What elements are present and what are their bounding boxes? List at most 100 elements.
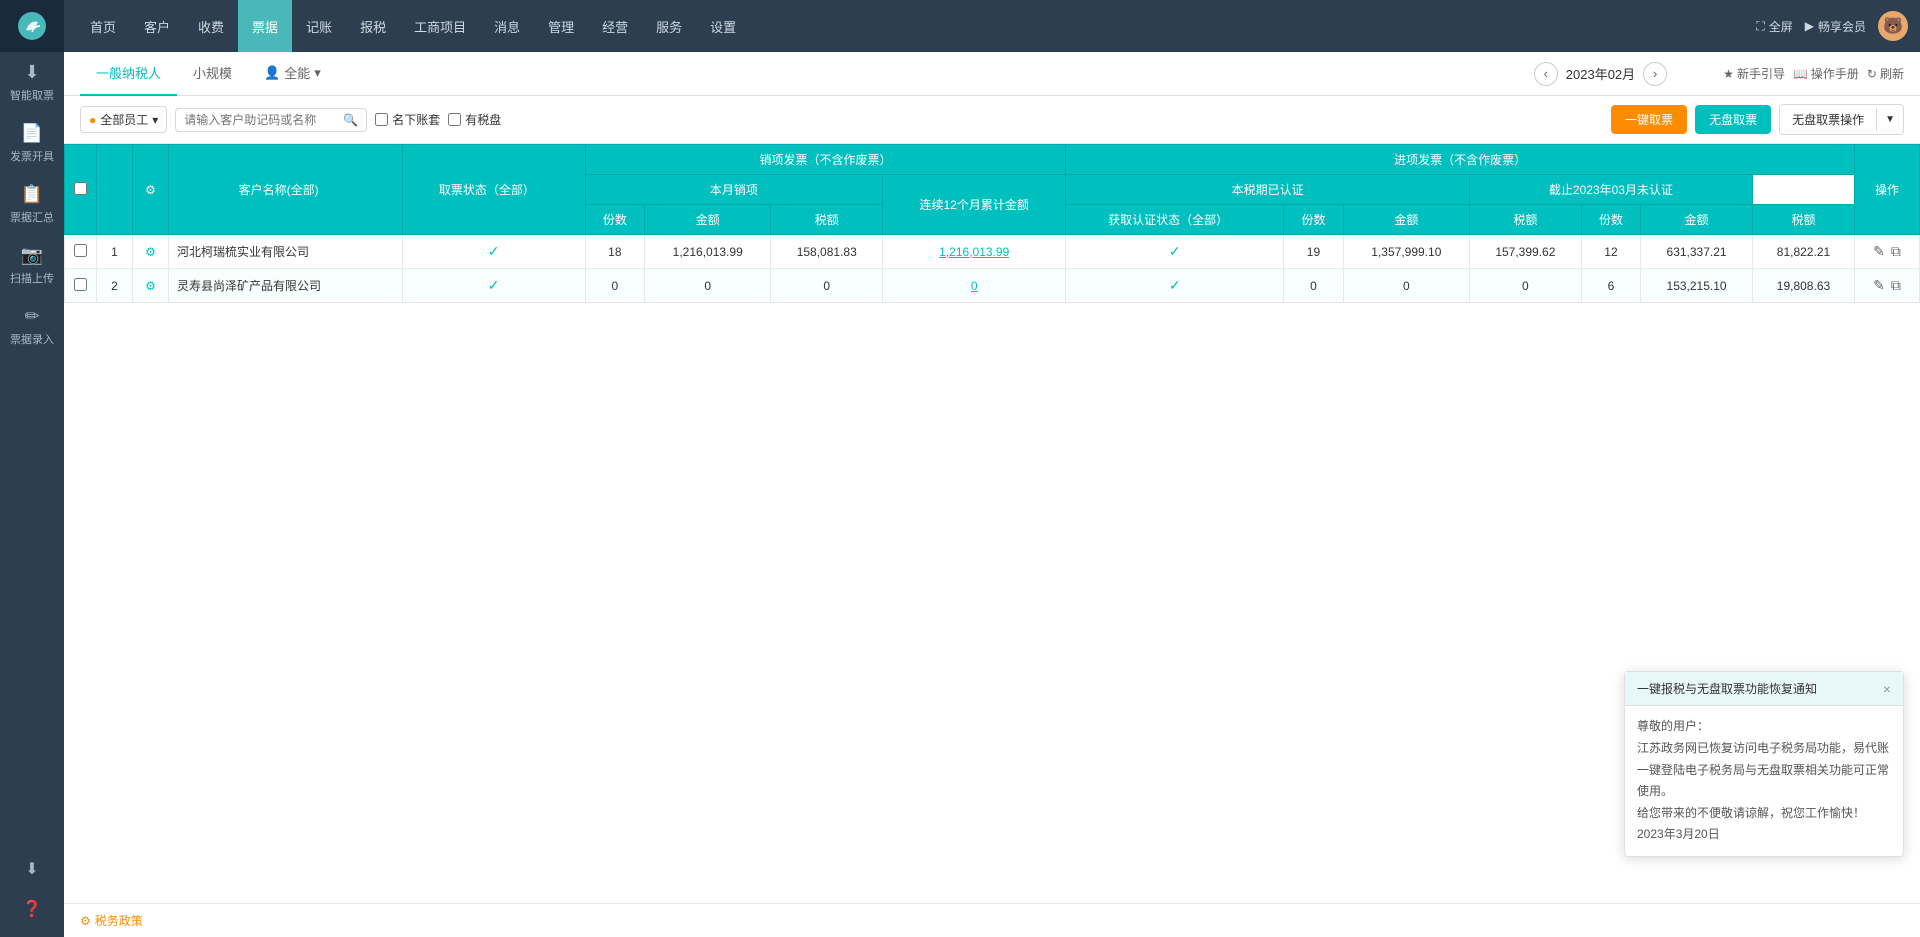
row-customer-name: 灵寿县尚泽矿产品有限公司 [169, 269, 403, 303]
col-this-period-header: 本税期已认证 [1066, 175, 1470, 205]
checkbox-tax-disk-label: 有税盘 [465, 111, 501, 128]
row-amount-12m[interactable]: 1,216,013.99 [883, 235, 1066, 269]
sidebar-item-invoice-open[interactable]: 📄 发票开具 [0, 113, 64, 174]
sidebar-item-label: 发票开具 [10, 148, 54, 164]
row-customer-name: 河北柯瑞梳实业有限公司 [169, 235, 403, 269]
checkbox-named-account[interactable]: 名下账套 [375, 111, 440, 128]
checkbox-tax-disk[interactable]: 有税盘 [448, 111, 501, 128]
sidebar-item-scan-upload[interactable]: 📷 扫描上传 [0, 235, 64, 296]
row-shares-unconfirmed: 6 [1581, 269, 1640, 303]
row-edit-icon[interactable]: ✎ [1873, 243, 1885, 260]
row-gear[interactable]: ⚙ [133, 269, 169, 303]
sidebar-item-invoice-summary[interactable]: 📋 票据汇总 [0, 174, 64, 235]
invoice-entry-icon: ✏ [24, 306, 39, 327]
nav-settings[interactable]: 设置 [696, 0, 750, 52]
nav-management[interactable]: 管理 [534, 0, 588, 52]
nav-invoice[interactable]: 票据 [238, 0, 292, 52]
nav-service[interactable]: 服务 [642, 0, 696, 52]
no-disk-fetch-btn[interactable]: 无盘取票 [1695, 105, 1771, 134]
tab-general[interactable]: 一般纳税人 [80, 52, 177, 96]
no-disk-ops-arrow[interactable]: ▼ [1876, 108, 1903, 131]
col-confirm-filter-icon[interactable]: ▼ [1232, 216, 1242, 227]
checkbox-named-account-input[interactable] [375, 113, 388, 126]
col-unconfirmed-shares: 份数 [1581, 205, 1640, 235]
status-check-icon: ✓ [488, 277, 500, 293]
nav-business[interactable]: 工商项目 [400, 0, 480, 52]
row-shares-month: 0 [585, 269, 644, 303]
col-status-filter-icon[interactable]: ▼ [538, 186, 548, 197]
tab-general-label: 一般纳税人 [96, 63, 161, 82]
new-guide-link[interactable]: ★ 新手引导 [1723, 65, 1785, 82]
manual-icon: 📖 [1793, 67, 1808, 81]
tab-small[interactable]: 小规模 [177, 52, 248, 96]
sidebar-item-label: 扫描上传 [10, 270, 54, 286]
nav-home[interactable]: 首页 [76, 0, 130, 52]
row-checkbox[interactable] [65, 269, 97, 303]
notification-body: 尊敬的用户：江苏政务网已恢复访问电子税务局功能，易代账一键登陆电子税务局与无盘取… [1625, 706, 1903, 856]
row-gear[interactable]: ⚙ [133, 235, 169, 269]
row-copy-icon[interactable]: ⧉ [1891, 277, 1901, 294]
row-amount-month: 1,216,013.99 [645, 235, 771, 269]
sidebar-item-label: 票据录入 [10, 331, 54, 347]
notification-close-btn[interactable]: × [1883, 681, 1891, 697]
nav-message[interactable]: 消息 [480, 0, 534, 52]
refresh-icon: ↻ [1867, 67, 1877, 81]
row-status: ✓ [402, 269, 585, 303]
one-click-fetch-btn[interactable]: 一键取票 [1611, 105, 1687, 134]
col-sales-amount: 金额 [645, 205, 771, 235]
tax-policy-link[interactable]: ⚙ 税务政策 [80, 912, 143, 929]
row-amount-confirmed: 0 [1343, 269, 1469, 303]
member-btn[interactable]: ▶ 畅享会员 [1805, 18, 1866, 35]
col-status-header: 取票状态（全部） ▼ [402, 145, 585, 235]
sidebar-download[interactable]: ⬇ [0, 851, 64, 887]
notification-line: 尊敬的用户： [1637, 716, 1891, 738]
row-shares-unconfirmed: 12 [1581, 235, 1640, 269]
sidebar-item-smart-fetch[interactable]: ⬇ 智能取票 [0, 52, 64, 113]
status-check-icon: ✓ [488, 243, 500, 259]
search-box[interactable]: 🔍 [175, 108, 367, 132]
date-prev-btn[interactable]: ‹ [1534, 62, 1558, 86]
row-tax-confirmed: 157,399.62 [1469, 235, 1581, 269]
col-group-purchase-header: 进项发票（不含作废票） [1066, 145, 1855, 175]
col-sales-shares: 份数 [585, 205, 644, 235]
scan-upload-icon: 📷 [21, 245, 43, 266]
nav-operation[interactable]: 经营 [588, 0, 642, 52]
row-edit-icon[interactable]: ✎ [1873, 277, 1885, 294]
staff-select[interactable]: ● 全部员工 ▾ [80, 106, 167, 133]
new-guide-icon: ★ [1723, 67, 1734, 81]
tab-all[interactable]: 👤 全能 ▾ [248, 52, 337, 96]
confirm-check-icon: ✓ [1169, 243, 1181, 259]
col-sales-tax: 税额 [771, 205, 883, 235]
row-tax-month: 158,081.83 [771, 235, 883, 269]
date-next-btn[interactable]: › [1643, 62, 1667, 86]
staff-badge: ● [89, 113, 96, 127]
help-icon: ❓ [22, 899, 42, 919]
row-amount-12m[interactable]: 0 [883, 269, 1066, 303]
sidebar: ⬇ 智能取票 📄 发票开具 📋 票据汇总 📷 扫描上传 ✏ 票据录入 ⬇ ❓ [0, 0, 64, 937]
notification-line: 给您带来的不便敬请谅解，祝您工作愉快！ [1637, 803, 1891, 825]
nav-tax[interactable]: 报税 [346, 0, 400, 52]
nav-customer[interactable]: 客户 [130, 0, 184, 52]
sidebar-help[interactable]: ❓ [0, 891, 64, 927]
col-unconfirmed-amount: 金额 [1641, 205, 1753, 235]
checkbox-tax-disk-input[interactable] [448, 113, 461, 126]
manual-link[interactable]: 📖 操作手册 [1793, 65, 1859, 82]
col-customer-filter-icon[interactable]: ▼ [322, 186, 332, 197]
smart-fetch-icon: ⬇ [24, 62, 39, 83]
tab-all-label: 全能 [284, 63, 310, 82]
search-input[interactable] [184, 113, 339, 127]
refresh-link[interactable]: ↻ 刷新 [1867, 65, 1904, 82]
col-before-march-header: 截止2023年03月未认证 [1469, 175, 1752, 205]
toolbar-right: 一键取票 无盘取票 无盘取票操作 ▼ [1611, 104, 1904, 135]
fullscreen-btn[interactable]: ⛶ 全屏 [1756, 18, 1792, 35]
row-copy-icon[interactable]: ⧉ [1891, 243, 1901, 260]
sidebar-item-invoice-entry[interactable]: ✏ 票据录入 [0, 296, 64, 357]
col-group-sales-header: 销项发票（不含作废票） [585, 145, 1066, 175]
avatar[interactable]: 🐻 [1878, 11, 1908, 41]
select-all-checkbox[interactable] [74, 182, 87, 195]
nav-billing[interactable]: 收费 [184, 0, 238, 52]
manual-label: 操作手册 [1811, 65, 1859, 82]
no-disk-ops-main[interactable]: 无盘取票操作 [1780, 105, 1876, 134]
row-checkbox[interactable] [65, 235, 97, 269]
nav-bookkeeping[interactable]: 记账 [292, 0, 346, 52]
